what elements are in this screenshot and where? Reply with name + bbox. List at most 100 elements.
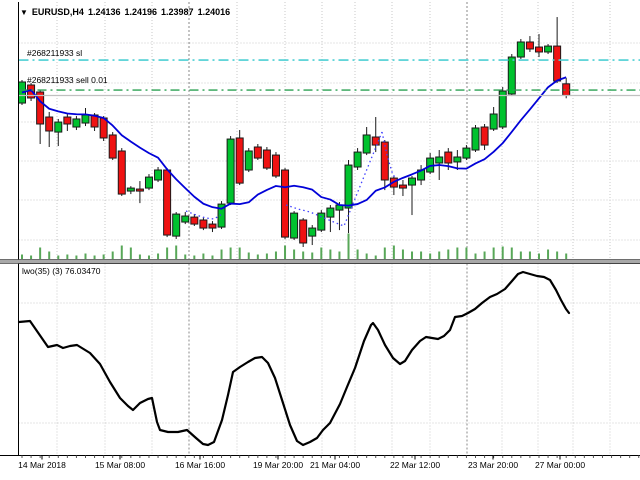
candle-bearish [45, 116, 54, 132]
candle-bullish [408, 177, 417, 186]
volume-bar [429, 253, 432, 260]
indicator-label: lwo(35) (3) 76.03470 [22, 266, 101, 276]
volume-bar [175, 245, 178, 260]
volume-bar [447, 249, 450, 260]
volume-bar [284, 245, 287, 260]
volume-bar [211, 255, 214, 260]
volume-bar [365, 253, 368, 260]
volume-bar [383, 247, 386, 260]
volume-bar [120, 245, 123, 260]
volume-bar [347, 233, 350, 260]
candle-bearish [63, 116, 72, 125]
candle-bearish [281, 169, 290, 238]
window-separator[interactable] [0, 259, 640, 264]
volume-bar [501, 246, 504, 260]
volume-bar [456, 247, 459, 260]
candle-bullish [544, 45, 553, 53]
candle-bullish [226, 138, 235, 204]
volume-bar [320, 247, 323, 260]
time-axis-label: 27 Mar 00:00 [534, 460, 586, 470]
volume-bar [293, 249, 296, 260]
candle-bullish [498, 90, 507, 128]
candle-bearish [262, 149, 271, 169]
volume-bar [302, 251, 305, 260]
candle-bearish [235, 137, 244, 184]
chart-header: ▼ EURUSD,H4 1.24136 1.24196 1.23987 1.24016 [20, 7, 234, 17]
time-axis-label: 21 Mar 04:00 [309, 460, 361, 470]
time-axis[interactable]: 14 Mar 2018 15 Mar 08:00 16 Mar 16:00 19 Ma… [0, 460, 640, 474]
volume-bar [338, 251, 341, 260]
volume-bar [102, 254, 105, 260]
candle-bearish [108, 134, 117, 159]
candle-bearish [199, 219, 208, 229]
volume-bar [147, 255, 150, 260]
volume-bar [311, 252, 314, 260]
candle-bearish [208, 223, 217, 229]
volume-bar [483, 251, 486, 260]
chart-dropdown-icon[interactable]: ▼ [20, 8, 28, 17]
candle-bullish [353, 151, 362, 168]
time-axis-label: 22 Mar 12:00 [389, 460, 441, 470]
volume-bar [30, 255, 33, 260]
chart-window: ▼ EURUSD,H4 1.24136 1.24196 1.23987 1.24016 #… [0, 0, 640, 480]
candle-bullish [317, 212, 326, 231]
candle-bullish [471, 127, 480, 151]
candle-bullish [154, 169, 163, 181]
time-axis-label: 23 Mar 20:00 [467, 460, 519, 470]
candle-bullish [81, 114, 90, 124]
volume-bar [111, 251, 114, 260]
volume-bar [438, 251, 441, 260]
candle-bearish [553, 45, 562, 82]
candle-bearish [398, 184, 407, 189]
volume-bar [537, 253, 540, 260]
candle-bullish [507, 56, 516, 95]
volume-bar [420, 251, 423, 260]
candle-bullish [144, 176, 153, 189]
volume-bar [329, 249, 332, 260]
candle-bullish [244, 150, 253, 171]
volume-bar [528, 251, 531, 260]
candle-bullish [362, 134, 371, 154]
candle-bullish [435, 156, 444, 164]
time-axis-label: 15 Mar 08:00 [94, 460, 146, 470]
candle-bearish [271, 154, 280, 177]
volume-bar [411, 251, 414, 260]
candle-bearish [534, 46, 543, 53]
candle-bullish [489, 113, 498, 130]
candle-bearish [163, 169, 172, 236]
volume-bar [274, 251, 277, 260]
candle-bullish [308, 227, 317, 237]
candle-bullish [453, 156, 462, 163]
candle-bullish [462, 147, 471, 159]
candle-bearish [190, 216, 199, 225]
volume-bar [547, 249, 550, 260]
volume-bar [519, 251, 522, 260]
volume-bar [238, 247, 241, 260]
volume-bar [401, 249, 404, 260]
candle-bearish [135, 188, 144, 192]
volume-bar [256, 254, 259, 260]
volume-bar [265, 253, 268, 260]
volume-bar [565, 253, 568, 260]
ohlc-low: 1.23987 [161, 7, 194, 17]
time-axis-label: 14 Mar 2018 [18, 460, 66, 470]
volume-bar [474, 253, 477, 260]
candle-bearish [525, 41, 534, 50]
volume-bar [166, 247, 169, 260]
candle-bullish [54, 121, 63, 133]
volume-bar [75, 255, 78, 260]
volume-bar [193, 255, 196, 260]
order-sell-label: #268211933 sell 0.01 [27, 75, 108, 85]
volume-bar [138, 254, 141, 260]
candle-bullish [516, 41, 525, 58]
chart-canvas[interactable] [0, 0, 640, 480]
volume-bar [129, 247, 132, 260]
candle-bullish [126, 187, 135, 192]
volume-bar [48, 251, 51, 260]
volume-bar [57, 255, 60, 260]
volume-bar [556, 251, 559, 260]
volume-bar [392, 245, 395, 260]
time-axis-label: 16 Mar 16:00 [174, 460, 226, 470]
volume-bar [157, 253, 160, 260]
candle-bearish [253, 146, 262, 159]
